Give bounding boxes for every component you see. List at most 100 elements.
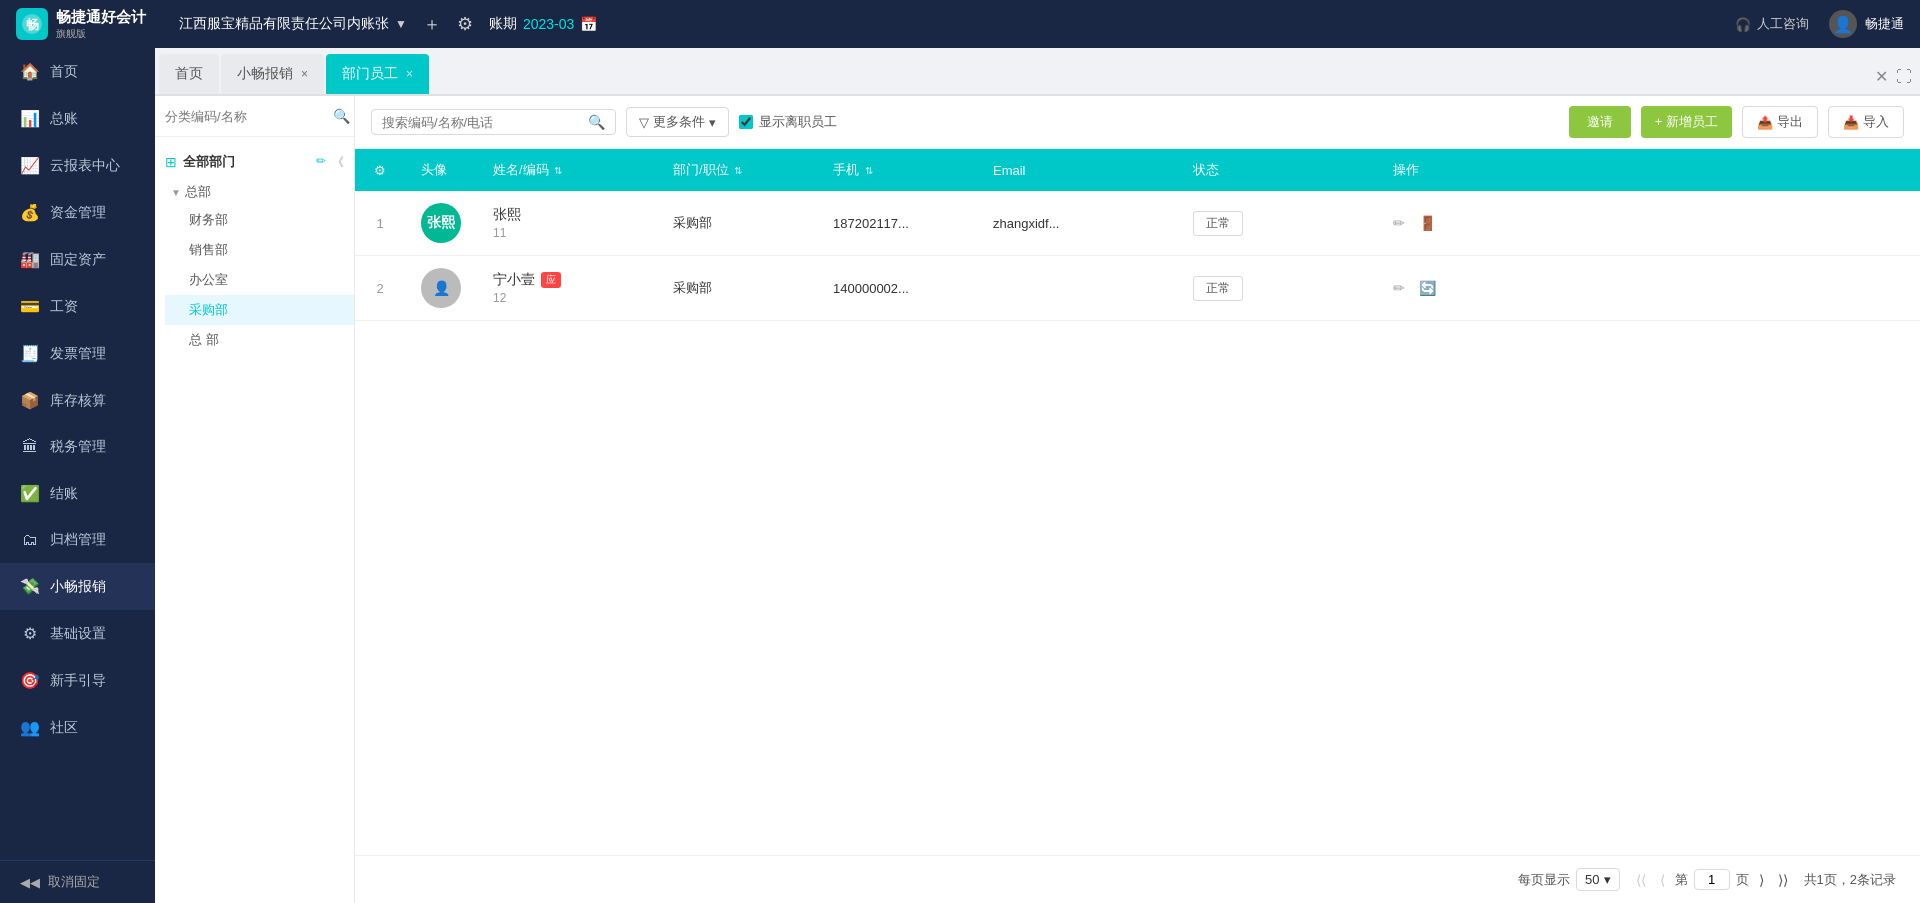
invite-button[interactable]: 邀请 (1569, 106, 1631, 138)
company-area[interactable]: 江西服宝精品有限责任公司内账张 ▼ (179, 15, 407, 33)
sidebar-label-inventory: 库存核算 (50, 392, 106, 410)
toolbar-right: 邀请 + 新增员工 📤 导出 📥 导入 (1569, 106, 1904, 138)
page-size-area: 每页显示 50 ▾ (1518, 868, 1619, 891)
tab-expense-close[interactable]: × (301, 67, 308, 81)
col-name[interactable]: 姓名/编码 ⇅ (477, 149, 657, 191)
tab-employee-close[interactable]: × (406, 67, 413, 81)
sidebar-item-invoice[interactable]: 🧾 发票管理 (0, 330, 155, 377)
expand-tab-icon[interactable]: ⛶ (1896, 68, 1912, 86)
table-settings-icon[interactable]: ⚙ (374, 163, 386, 178)
row-2-name-code: 宁小壹 应 12 (493, 271, 641, 305)
row-1-status: 正常 (1177, 191, 1377, 256)
user-area[interactable]: 👤 畅捷通 (1829, 10, 1904, 38)
row-2-email (977, 256, 1177, 321)
add-tab-button[interactable]: ＋ (423, 12, 441, 36)
prev-page-button[interactable]: ⟨ (1656, 870, 1669, 890)
toolbar: 🔍 ▽ 更多条件 ▾ 显示离职员工 邀请 + 新增员工 (355, 96, 1920, 149)
row-2-action-icons: ✏ 🔄 (1393, 280, 1904, 296)
reports-icon: 📈 (20, 156, 40, 175)
dept-sales[interactable]: 销售部 (165, 235, 354, 265)
row-2-status: 正常 (1177, 256, 1377, 321)
row-2-refresh-icon[interactable]: 🔄 (1419, 280, 1436, 296)
tab-employee-label: 部门员工 (342, 65, 398, 83)
sidebar-item-archive[interactable]: 🗂 归档管理 (0, 517, 155, 563)
sidebar-item-settings[interactable]: ⚙ 基础设置 (0, 610, 155, 657)
user-avatar: 👤 (1829, 10, 1857, 38)
employee-table: ⚙ 头像 姓名/编码 ⇅ 部门/职位 ⇅ (355, 149, 1920, 321)
import-label: 导入 (1863, 113, 1889, 131)
col-dept[interactable]: 部门/职位 ⇅ (657, 149, 817, 191)
service-button[interactable]: 🎧 人工咨询 (1735, 15, 1809, 33)
dept-search-input[interactable] (165, 109, 333, 124)
close-tab-icon[interactable]: ✕ (1875, 67, 1888, 86)
import-button[interactable]: 📥 导入 (1828, 106, 1904, 138)
dept-office[interactable]: 办公室 (165, 265, 354, 295)
dept-hq-label[interactable]: ▼ 总部 (165, 179, 354, 205)
row-2-num: 2 (355, 256, 405, 321)
row-1-name-cell: 张熙 11 (477, 191, 657, 256)
row-2-edit-icon[interactable]: ✏ (1393, 280, 1405, 296)
filter-button[interactable]: ▽ 更多条件 ▾ (626, 107, 729, 137)
employee-search-input[interactable] (382, 115, 582, 130)
col-status: 状态 (1177, 149, 1377, 191)
sidebar-item-inventory[interactable]: 📦 库存核算 (0, 377, 155, 424)
dept-collapse-icon[interactable]: 《 (332, 154, 344, 171)
col-avatar: 头像 (405, 149, 477, 191)
row-1-logout-icon[interactable]: 🚪 (1419, 215, 1436, 231)
employee-search-icon[interactable]: 🔍 (588, 114, 605, 130)
row-1-code: 11 (493, 226, 641, 240)
sidebar-item-home[interactable]: 🏠 首页 (0, 48, 155, 95)
company-dropdown-icon[interactable]: ▼ (395, 17, 407, 31)
add-employee-button[interactable]: + 新增员工 (1641, 106, 1732, 138)
sidebar-item-assets[interactable]: 🏭 固定资产 (0, 236, 155, 283)
tab-bar: 首页 小畅报销 × 部门员工 × ✕ ⛶ (155, 48, 1920, 96)
last-page-button[interactable]: ⟩⟩ (1774, 870, 1792, 890)
page-input[interactable] (1694, 869, 1730, 890)
next-page-button[interactable]: ⟩ (1755, 870, 1768, 890)
export-button[interactable]: 📤 导出 (1742, 106, 1818, 138)
left-panel: 🔍 ⊞ 全部部门 ✏ 《 ▼ 总部 (155, 96, 355, 903)
row-2-code: 12 (493, 291, 641, 305)
sidebar-item-reports[interactable]: 📈 云报表中心 (0, 142, 155, 189)
sidebar-item-funds[interactable]: 💰 资金管理 (0, 189, 155, 236)
tab-expense[interactable]: 小畅报销 × (221, 54, 324, 94)
first-page-button[interactable]: ⟨⟨ (1632, 870, 1650, 890)
calendar-icon[interactable]: 📅 (580, 16, 597, 32)
tab-home[interactable]: 首页 (159, 54, 219, 94)
account-period-label: 账期 (489, 15, 517, 33)
page-label: 第 (1675, 871, 1688, 889)
sidebar-item-ledger[interactable]: 📊 总账 (0, 95, 155, 142)
row-2-status-badge: 正常 (1193, 276, 1243, 301)
sidebar-label-home: 首页 (50, 63, 78, 81)
sidebar-item-payroll[interactable]: 💳 工资 (0, 283, 155, 330)
settings-button[interactable]: ⚙ (457, 13, 473, 35)
dept-sales-label: 销售部 (189, 242, 228, 257)
table-header-row: ⚙ 头像 姓名/编码 ⇅ 部门/职位 ⇅ (355, 149, 1920, 191)
sidebar-item-community[interactable]: 👥 社区 (0, 704, 155, 751)
tab-employee[interactable]: 部门员工 × (326, 54, 429, 94)
sidebar-item-close[interactable]: ✅ 结账 (0, 470, 155, 517)
account-period: 账期 2023-03 📅 (489, 15, 597, 33)
page-size-selector[interactable]: 50 ▾ (1576, 868, 1619, 891)
col-phone[interactable]: 手机 ⇅ (817, 149, 977, 191)
sidebar-item-tax[interactable]: 🏛 税务管理 (0, 424, 155, 470)
dept-hq-sub[interactable]: 总 部 (165, 325, 354, 355)
sidebar-item-guide[interactable]: 🎯 新手引导 (0, 657, 155, 704)
sidebar-item-expense[interactable]: 💸 小畅报销 (0, 563, 155, 610)
total-records: 共1页，2条记录 (1804, 871, 1896, 889)
dept-edit-icon[interactable]: ✏ (316, 154, 326, 171)
sidebar-label-funds: 资金管理 (50, 204, 106, 222)
dept-purchase[interactable]: 采购部 (165, 295, 354, 325)
close-accounts-icon: ✅ (20, 484, 40, 503)
employee-table-wrap: ⚙ 头像 姓名/编码 ⇅ 部门/职位 ⇅ (355, 149, 1920, 855)
dept-finance[interactable]: 财务部 (165, 205, 354, 235)
row-1-edit-icon[interactable]: ✏ (1393, 215, 1405, 231)
dept-search-icon[interactable]: 🔍 (333, 108, 350, 124)
sidebar-label-assets: 固定资产 (50, 251, 106, 269)
dept-all-header[interactable]: ⊞ 全部部门 ✏ 《 (155, 145, 354, 179)
row-2-name: 宁小壹 (493, 271, 535, 289)
unpin-button[interactable]: ◀◀ 取消固定 (0, 860, 155, 903)
col-name-label: 姓名/编码 (493, 162, 549, 177)
app-name: 畅捷通好会计 (56, 8, 146, 27)
show-resigned-checkbox[interactable] (739, 115, 753, 129)
